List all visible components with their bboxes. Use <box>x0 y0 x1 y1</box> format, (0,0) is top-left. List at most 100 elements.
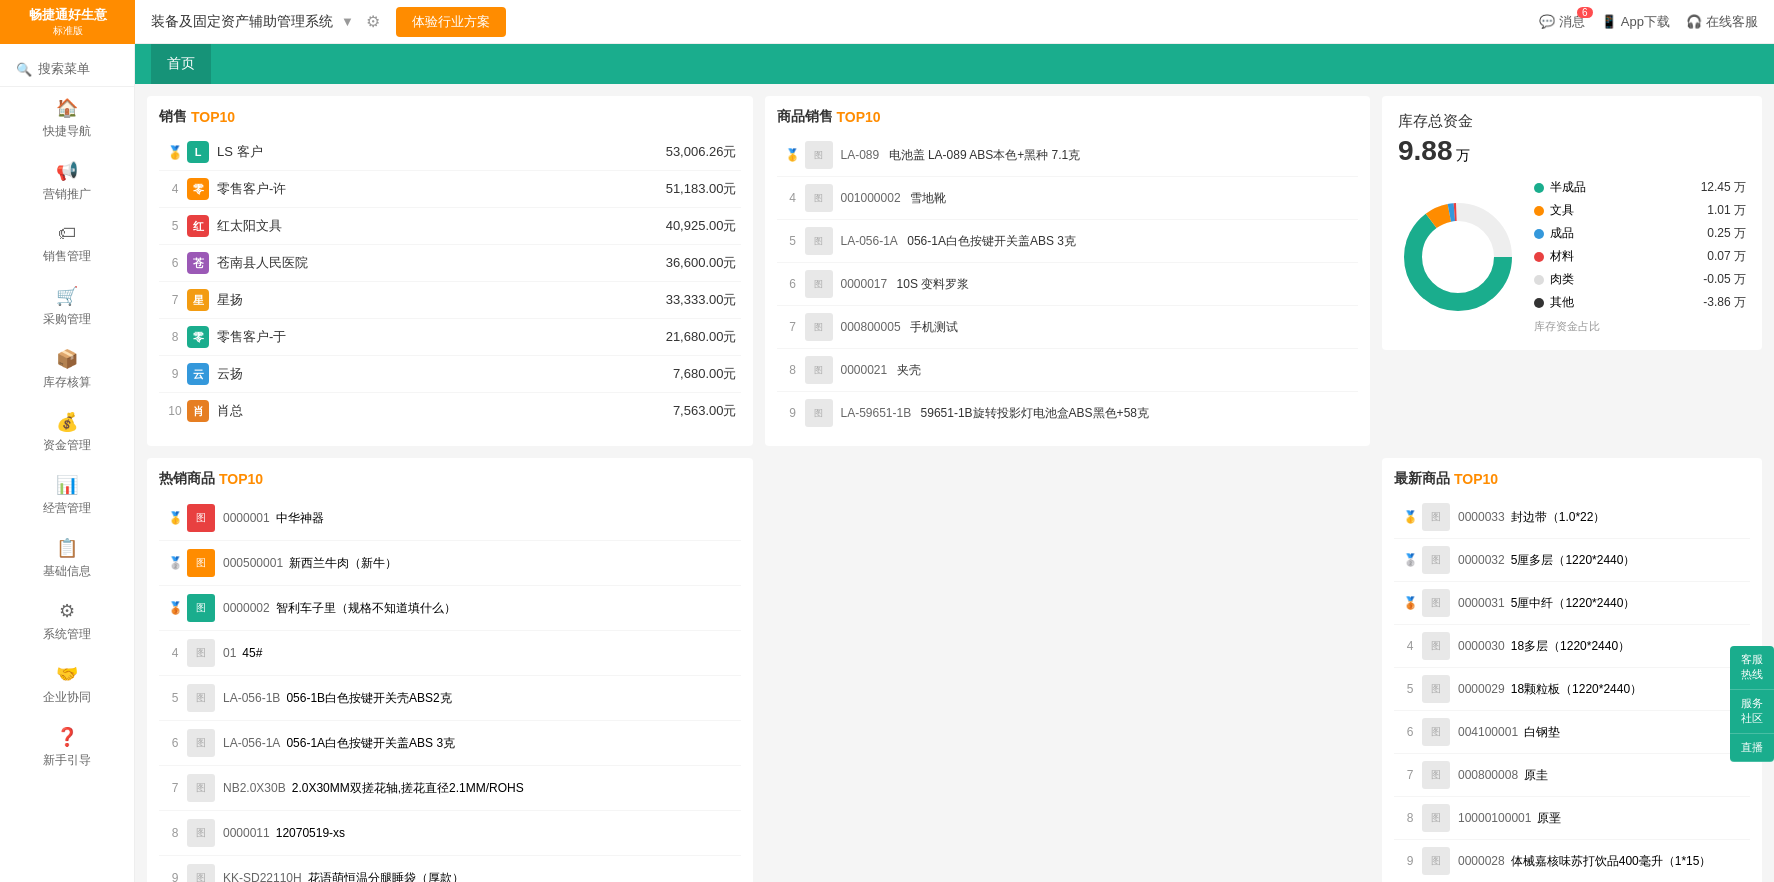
newest-product-name: 原圭 <box>1524 767 1548 784</box>
customer-avatar: 星 <box>187 289 209 311</box>
sidebar-item-basic-info[interactable]: 📋 基础信息 <box>0 527 134 590</box>
customer-name: LS 客户 <box>217 143 666 161</box>
newest-product-name: 体械嘉核味苏打饮品400毫升（1*15） <box>1511 853 1712 870</box>
newest-product-code: 10000100001 <box>1458 811 1531 825</box>
hot-product-name: 2.0X30MM双搓花轴,搓花直径2.1MM/ROHS <box>292 780 524 797</box>
newest-product-code: 0000029 <box>1458 682 1505 696</box>
customer-amount: 33,333.00元 <box>666 291 737 309</box>
legend-label: 半成品 <box>1534 179 1701 196</box>
rank-num: 4 <box>163 646 187 660</box>
hot-product-item: 🥇 图 0000001 中华神器 <box>159 496 741 541</box>
search-menu[interactable]: 🔍 搜索菜单 <box>0 52 134 87</box>
top-products-sales-title-area: 商品销售 TOP10 <box>777 108 881 126</box>
newest-product-name: 18多层（1220*2440） <box>1511 638 1630 655</box>
product-thumbnail: 图 <box>805 141 833 169</box>
cooperation-icon: 🤝 <box>56 663 78 685</box>
search-icon: 🔍 <box>16 62 32 77</box>
inventory-amount: 9.88 <box>1398 135 1453 166</box>
top-customers-header: 销售 TOP10 <box>159 108 741 126</box>
sidebar-item-quick-nav[interactable]: 🏠 快捷导航 <box>0 87 134 150</box>
sidebar: 🔍 搜索菜单 🏠 快捷导航 📢 营销推广 🏷 销售管理 🛒 采购管理 📦 库存核… <box>0 44 135 882</box>
medal-icon: 🥇 <box>163 145 187 160</box>
hot-product-thumbnail: 图 <box>187 729 215 757</box>
system-dropdown-icon[interactable]: ▼ <box>341 14 354 29</box>
sidebar-item-system[interactable]: ⚙ 系统管理 <box>0 590 134 653</box>
sidebar-item-finance[interactable]: 💰 资金管理 <box>0 401 134 464</box>
newest-product-thumbnail: 图 <box>1422 589 1450 617</box>
customer-amount: 53,006.26元 <box>666 143 737 161</box>
products-sales-label: 商品销售 <box>777 108 833 126</box>
hot-product-code: LA-056-1B <box>223 691 280 705</box>
hot-product-thumbnail: 图 <box>187 774 215 802</box>
customer-list-item: 4 零 零售客户-许 51,183.00元 <box>159 171 741 208</box>
hot-product-code: KK-SD22110H <box>223 871 302 882</box>
hot-product-code: NB2.0X30B <box>223 781 286 795</box>
hot-products-title-area: 热销商品 TOP10 <box>159 470 263 488</box>
product-code: 000800005 <box>841 320 901 334</box>
right-panel: 库存总资金 9.88 万 <box>1382 96 1762 446</box>
customer-name: 云扬 <box>217 365 673 383</box>
customer-avatar: 云 <box>187 363 209 385</box>
legend-dot <box>1534 183 1544 193</box>
customer-avatar: 零 <box>187 326 209 348</box>
logo-title: 畅捷通好生意 <box>29 6 107 24</box>
float-customer-service[interactable]: 客服热线 <box>1730 646 1774 690</box>
customer-name: 零售客户-于 <box>217 328 666 346</box>
home-icon: 🏠 <box>56 97 78 119</box>
nav-home[interactable]: 首页 <box>151 44 211 84</box>
phone-icon: 📱 <box>1601 14 1617 29</box>
hot-products-top-label: TOP10 <box>219 471 263 487</box>
trial-button[interactable]: 体验行业方案 <box>396 7 506 37</box>
customer-amount: 51,183.00元 <box>666 180 737 198</box>
legend-label: 肉类 <box>1534 271 1703 288</box>
hot-product-item: 🥉 图 0000002 智利车子里（规格不知道填什么） <box>159 586 741 631</box>
sidebar-item-operations[interactable]: 📊 经营管理 <box>0 464 134 527</box>
customer-amount: 36,600.00元 <box>666 254 737 272</box>
legend-text: 半成品 <box>1550 179 1586 196</box>
float-live[interactable]: 直播 <box>1730 734 1774 762</box>
legend-label: 成品 <box>1534 225 1707 242</box>
basic-info-icon: 📋 <box>56 537 78 559</box>
settings-icon[interactable]: ⚙ <box>366 12 380 31</box>
app-download-button[interactable]: 📱 App下载 <box>1601 13 1670 31</box>
sidebar-item-guide[interactable]: ❓ 新手引导 <box>0 716 134 779</box>
legend-label: 材料 <box>1534 248 1707 265</box>
customer-list-item: 7 星 星扬 33,333.00元 <box>159 282 741 319</box>
sidebar-item-cooperation[interactable]: 🤝 企业协同 <box>0 653 134 716</box>
legend-text: 其他 <box>1550 294 1574 311</box>
legend: 半成品 12.45 万 文具 1.01 万 成品 0.25 万 材料 0.07 … <box>1534 179 1746 334</box>
hot-product-code: LA-056-1A <box>223 736 280 750</box>
system-icon: ⚙ <box>59 600 75 622</box>
product-info: 0000017 10S 变料罗浆 <box>841 276 1355 293</box>
rank-num: 7 <box>163 293 187 307</box>
hot-product-item: 4 图 01 45# <box>159 631 741 676</box>
inventory-title: 库存总资金 <box>1398 112 1746 131</box>
product-thumbnail: 图 <box>805 313 833 341</box>
message-button[interactable]: 💬 消息 6 <box>1539 13 1585 31</box>
rank-num: 8 <box>163 826 187 840</box>
hot-product-name: 花语萌恒温分腿睡袋（厚款） <box>308 870 464 883</box>
hot-product-name: 056-1A白色按键开关盖ABS 3克 <box>286 735 455 752</box>
rank-num: 8 <box>781 363 805 377</box>
float-service-community[interactable]: 服务社区 <box>1730 690 1774 734</box>
hot-product-code: 0000011 <box>223 826 270 840</box>
sidebar-item-marketing[interactable]: 📢 营销推广 <box>0 150 134 213</box>
content-area: 首页 销售 TOP10 🥇 L LS 客户 53,006.26元 4 零 零售客… <box>135 44 1774 882</box>
product-code: LA-089 <box>841 148 880 162</box>
sidebar-item-purchase[interactable]: 🛒 采购管理 <box>0 275 134 338</box>
guide-icon: ❓ <box>56 726 78 748</box>
product-info: 001000002 雪地靴 <box>841 190 1355 207</box>
product-name: 10S 变料罗浆 <box>897 277 970 291</box>
sidebar-item-sales[interactable]: 🏷 销售管理 <box>0 213 134 275</box>
legend-text: 文具 <box>1550 202 1574 219</box>
newest-product-item: 4 图 0000030 18多层（1220*2440） <box>1394 625 1750 668</box>
sidebar-item-inventory[interactable]: 📦 库存核算 <box>0 338 134 401</box>
legend-dot <box>1534 229 1544 239</box>
legend-dot <box>1534 275 1544 285</box>
online-service-button[interactable]: 🎧 在线客服 <box>1686 13 1758 31</box>
newest-product-item: 8 图 10000100001 原垩 <box>1394 797 1750 840</box>
product-sales-item: 🥇 图 LA-089 电池盖 LA-089 ABS本色+黑种 7.1克 <box>777 134 1359 177</box>
newest-product-name: 原垩 <box>1537 810 1561 827</box>
customer-amount: 7,680.00元 <box>673 365 737 383</box>
rank-num: 9 <box>163 367 187 381</box>
